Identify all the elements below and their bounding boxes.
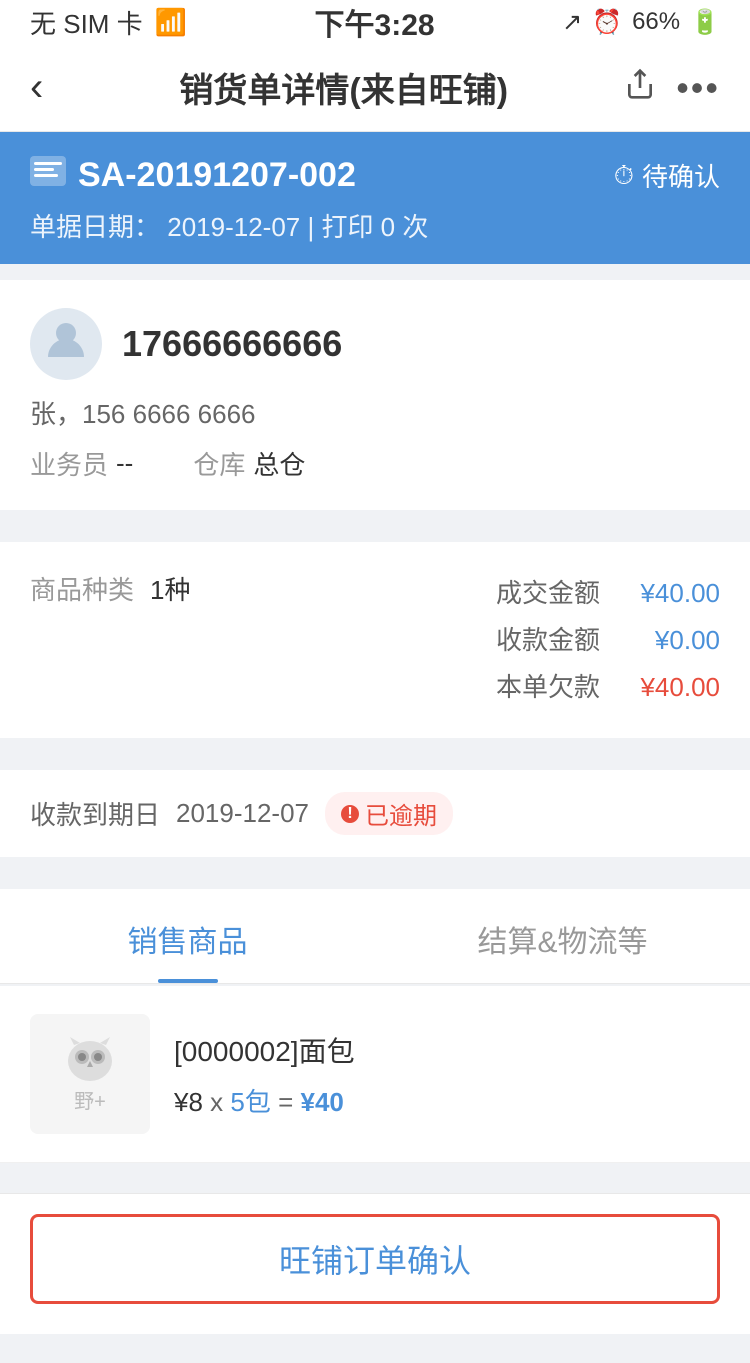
order-header: SA-20191207-002 ⏱ 待确认 单据日期： 2019-12-07 |… xyxy=(0,132,750,264)
wifi-icon: 📶 xyxy=(155,7,187,38)
due-date-label: 收款到期日 xyxy=(30,795,160,832)
salesperson-value: -- xyxy=(116,448,133,479)
product-list: 野+ [0000002]面包 ¥8 x 5包 = ¥40 xyxy=(0,986,750,1163)
more-icon[interactable]: ••• xyxy=(676,67,720,109)
tab-sales-products[interactable]: 销售商品 xyxy=(0,889,375,983)
status-time: 下午3:28 xyxy=(315,0,435,44)
tab-settlement[interactable]: 结算&物流等 xyxy=(375,889,750,983)
overdue-text: 已逾期 xyxy=(365,796,437,831)
warehouse-label: 仓库 xyxy=(193,445,245,482)
carrier-text: 无 SIM 卡 xyxy=(30,4,143,41)
page-title: 销货单详情(来自旺铺) xyxy=(63,63,624,112)
user-icon xyxy=(44,317,88,371)
avatar xyxy=(30,308,102,380)
product-image: 野+ xyxy=(30,1014,150,1134)
amount-row-0: 成交金额 ¥40.00 xyxy=(496,570,720,617)
customer-card: 17666666666 张，156 6666 6666 业务员 -- 仓库 总仓 xyxy=(0,280,750,510)
product-formula: ¥8 x 5包 = ¥40 xyxy=(174,1082,720,1119)
salesperson-item: 业务员 -- xyxy=(30,445,133,482)
amount-value-1: ¥0.00 xyxy=(620,617,720,664)
amount-row-1: 收款金额 ¥0.00 xyxy=(496,617,720,664)
order-status: ⏱ 待确认 xyxy=(614,157,720,194)
product-types: 商品种类 1种 xyxy=(30,570,190,607)
status-bar: 无 SIM 卡 📶 下午3:28 ↗ ⏰ 66% 🔋 xyxy=(0,0,750,44)
warehouse-item: 仓库 总仓 xyxy=(193,445,305,482)
order-id-text: SA-20191207-002 xyxy=(78,156,356,195)
location-icon: ↗ xyxy=(562,8,582,37)
divider-2 xyxy=(0,738,750,754)
product-price: ¥8 xyxy=(174,1087,203,1117)
amounts-section: 成交金额 ¥40.00 收款金额 ¥0.00 本单欠款 ¥40.00 xyxy=(496,570,720,710)
divider-1 xyxy=(0,510,750,526)
order-status-text: 待确认 xyxy=(642,157,720,194)
customer-meta: 业务员 -- 仓库 总仓 xyxy=(30,445,720,482)
product-types-value: 1种 xyxy=(150,570,190,607)
divider-3 xyxy=(0,857,750,873)
product-total: ¥40 xyxy=(301,1087,344,1117)
warehouse-value: 总仓 xyxy=(253,445,305,482)
order-icon xyxy=(30,156,66,195)
order-id: SA-20191207-002 xyxy=(30,156,356,195)
salesperson-label: 业务员 xyxy=(30,445,108,482)
customer-top: 17666666666 xyxy=(30,308,720,380)
customer-name: 张，156 6666 6666 xyxy=(30,394,720,431)
amount-label-0: 成交金额 xyxy=(496,570,600,617)
order-date: 单据日期： 2019-12-07 | 打印 0 次 xyxy=(30,207,720,244)
brand-text: 野+ xyxy=(74,1085,106,1114)
status-bar-left: 无 SIM 卡 📶 xyxy=(30,4,187,41)
amount-row-2: 本单欠款 ¥40.00 xyxy=(496,664,720,711)
amount-value-0: ¥40.00 xyxy=(620,570,720,617)
summary-card: 商品种类 1种 成交金额 ¥40.00 收款金额 ¥0.00 本单欠款 ¥40.… xyxy=(0,542,750,738)
product-qty: 5包 xyxy=(230,1087,270,1117)
customer-phone: 17666666666 xyxy=(122,323,342,365)
bottom-bar: 旺铺订单确认 xyxy=(0,1193,750,1334)
product-item-0: 野+ [0000002]面包 ¥8 x 5包 = ¥40 xyxy=(0,986,750,1163)
product-info: [0000002]面包 ¥8 x 5包 = ¥40 xyxy=(174,1030,720,1119)
status-bar-right: ↗ ⏰ 66% 🔋 xyxy=(562,8,720,37)
amount-label-1: 收款金额 xyxy=(496,617,600,664)
confirm-order-button[interactable]: 旺铺订单确认 xyxy=(30,1214,720,1304)
battery-text: 66% xyxy=(632,8,680,36)
share-icon[interactable] xyxy=(624,68,656,108)
nav-actions: ••• xyxy=(624,67,720,109)
confirm-button-label: 旺铺订单确认 xyxy=(279,1236,471,1282)
tabs: 销售商品 结算&物流等 xyxy=(0,889,750,984)
overdue-icon: ! xyxy=(341,805,359,823)
nav-bar: ‹ 销货单详情(来自旺铺) ••• xyxy=(0,44,750,132)
alarm-icon: ⏰ xyxy=(592,8,622,37)
amount-label-2: 本单欠款 xyxy=(496,664,600,711)
product-image-placeholder: 野+ xyxy=(60,1035,120,1114)
due-date-row: 收款到期日 2019-12-07 ! 已逾期 xyxy=(0,770,750,857)
product-name: [0000002]面包 xyxy=(174,1030,720,1070)
battery-icon: 🔋 xyxy=(690,8,720,37)
clock-icon: ⏱ xyxy=(614,160,634,192)
product-types-label: 商品种类 xyxy=(30,570,134,607)
back-button[interactable]: ‹ xyxy=(30,65,63,110)
overdue-badge: ! 已逾期 xyxy=(325,792,453,835)
due-date-value: 2019-12-07 xyxy=(176,798,309,829)
amount-value-2: ¥40.00 xyxy=(620,664,720,711)
